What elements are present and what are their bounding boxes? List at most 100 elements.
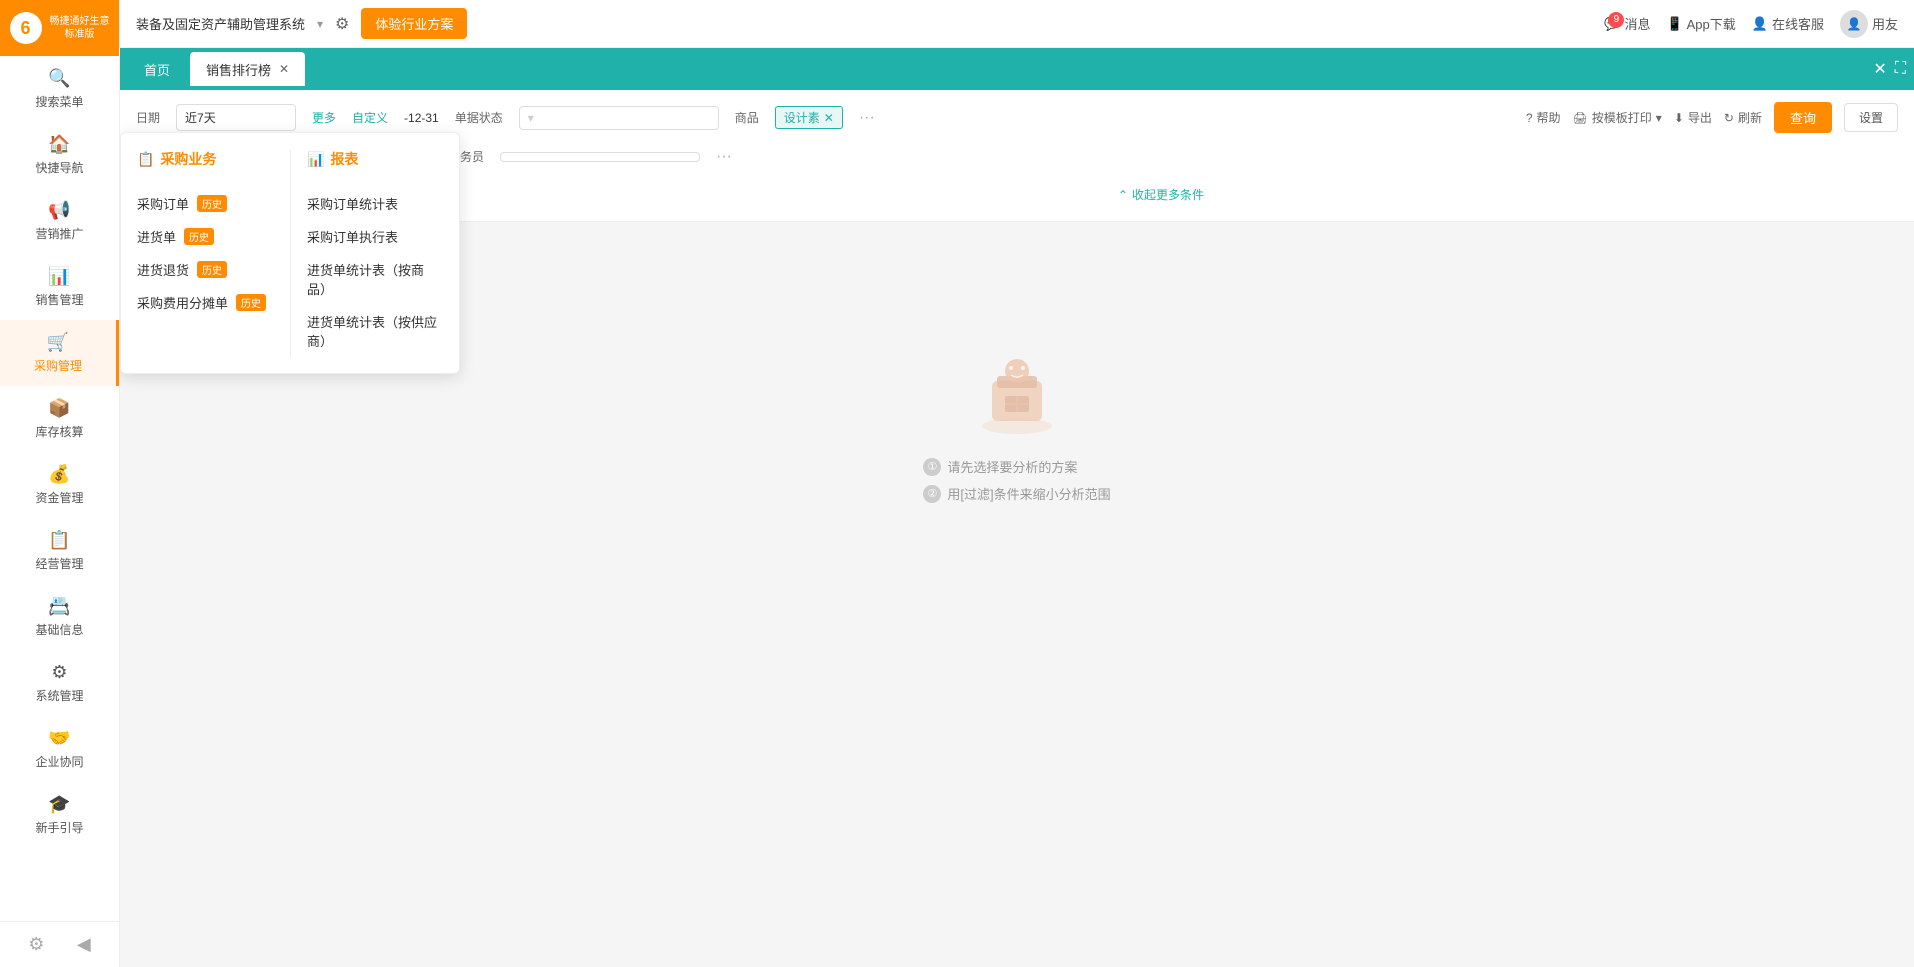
sidebar-item-basic-info[interactable]: 📇 基础信息 — [0, 584, 119, 650]
system-dropdown-icon[interactable]: ▾ — [317, 17, 323, 31]
collapse-footer-icon[interactable]: ◀ — [77, 934, 91, 955]
menu-item-order-exec[interactable]: 采购订单执行表 — [307, 220, 443, 253]
online-service-item[interactable]: 👤 在线客服 — [1752, 14, 1824, 33]
menu-item-inbound[interactable]: 进货单 历史 — [137, 220, 274, 253]
history-badge-4: 历史 — [236, 294, 266, 311]
nav-label-purchase: 采购管理 — [34, 357, 82, 374]
nav-icon-operations: 📋 — [48, 530, 70, 551]
messages-item[interactable]: 💬 9 消息 — [1604, 14, 1650, 33]
purchase-dropdown-menu: 📋 采购业务 采购订单 历史 进货单 历史 进货退货 历史 — [120, 132, 460, 374]
app-download-item[interactable]: 📱 App下载 — [1666, 14, 1735, 33]
settings-footer-icon[interactable]: ⚙ — [28, 934, 44, 955]
logo-line2: 标准版 — [50, 28, 110, 41]
nav-label-system: 系统管理 — [35, 687, 83, 704]
sidebar-item-system[interactable]: ⚙ 系统管理 — [0, 650, 119, 716]
menu-section-report: 📊 报表 采购订单统计表 采购订单执行表 进货单统计表（按商品） 进货单统计表（… — [290, 149, 443, 357]
nav-label-enterprise: 企业协同 — [35, 753, 83, 770]
menu-item-inbound-by-goods[interactable]: 进货单统计表（按商品） — [307, 253, 443, 305]
tab-close-icon[interactable]: ✕ — [279, 62, 289, 76]
logo-line1: 畅捷通好生意 — [50, 15, 110, 28]
report-section-icon: 📊 — [307, 151, 324, 168]
nav-icon-system: ⚙ — [51, 662, 67, 683]
service-icon: 👤 — [1752, 16, 1768, 32]
purchase-section-label: 采购业务 — [160, 149, 216, 169]
tab-close-window-icon[interactable]: ✕ — [1873, 59, 1886, 79]
trial-button[interactable]: 体验行业方案 — [361, 8, 467, 39]
nav-icon-marketing: 📢 — [48, 200, 70, 221]
menu-item-inbound-by-supplier[interactable]: 进货单统计表（按供应商） — [307, 305, 443, 357]
nav-label-operations: 经营管理 — [35, 555, 83, 572]
history-badge-1: 历史 — [197, 195, 227, 212]
nav-label-basic-info: 基础信息 — [35, 621, 83, 638]
gear-icon[interactable]: ⚙ — [335, 14, 349, 34]
app-label: App下载 — [1687, 14, 1736, 33]
tab-bar: 首页 销售排行榜 ✕ ✕ ⛶ — [120, 48, 1914, 90]
nav-icon-sales: 📊 — [48, 266, 70, 287]
nav-icon-inventory: 📦 — [48, 398, 70, 419]
sidebar: 6 畅捷通好生意 标准版 🔍搜索菜单 🏠 快捷导航 📢 营销推广 📊 销售管理 🛒 采购管理 📦 库… — [0, 0, 120, 967]
order-stat-label: 采购订单统计表 — [307, 194, 398, 213]
logo-icon: 6 — [10, 12, 42, 44]
nav-label-sales: 销售管理 — [35, 291, 83, 308]
purchase-section-title: 📋 采购业务 — [137, 149, 274, 175]
sidebar-item-marketing[interactable]: 📢 营销推广 — [0, 188, 119, 254]
nav-label-inventory: 库存核算 — [35, 423, 83, 440]
sidebar-item-operations[interactable]: 📋 经营管理 — [0, 518, 119, 584]
content-area: 日期 近7天 更多 自定义 -12-31 单据状态 ▾ 商品 设计素 ✕ ··· — [120, 90, 1914, 967]
cost-label: 采购费用分摊单 — [137, 293, 228, 312]
sidebar-item-search[interactable]: 🔍搜索菜单 — [0, 56, 119, 122]
menu-section-purchase: 📋 采购业务 采购订单 历史 进货单 历史 进货退货 历史 — [137, 149, 290, 357]
nav-label-beginner: 新手引导 — [35, 819, 83, 836]
history-badge-2: 历史 — [184, 228, 214, 245]
menu-item-order-stat[interactable]: 采购订单统计表 — [307, 187, 443, 220]
purchase-section-icon: 📋 — [137, 151, 154, 168]
app-icon: 📱 — [1666, 16, 1682, 32]
user-label: 用友 — [1872, 14, 1898, 33]
report-section-title: 📊 报表 — [307, 149, 443, 175]
main-area: 装备及固定资产辅助管理系统 ▾ ⚙ 体验行业方案 💬 9 消息 📱 App下载 … — [120, 0, 1914, 967]
sidebar-item-enterprise[interactable]: 🤝 企业协同 — [0, 716, 119, 782]
nav-icon-finance: 💰 — [48, 464, 70, 485]
tab-bar-right: ✕ ⛶ — [1873, 59, 1906, 79]
dropdown-overlay[interactable]: 📋 采购业务 采购订单 历史 进货单 历史 进货退货 历史 — [120, 90, 1914, 967]
tab-sales-rank[interactable]: 销售排行榜 ✕ — [190, 52, 305, 86]
menu-item-purchase-order[interactable]: 采购订单 历史 — [137, 187, 274, 220]
sidebar-item-quick-nav[interactable]: 🏠 快捷导航 — [0, 122, 119, 188]
tab-sales-rank-label: 销售排行榜 — [206, 60, 271, 79]
nav-icon-basic-info: 📇 — [48, 596, 70, 617]
report-section-label: 报表 — [330, 149, 358, 169]
tab-home-label: 首页 — [144, 60, 170, 79]
menu-item-return[interactable]: 进货退货 历史 — [137, 253, 274, 286]
inbound-supplier-label: 进货单统计表（按供应商） — [307, 312, 443, 350]
order-exec-label: 采购订单执行表 — [307, 227, 398, 246]
nav-icon-beginner: 🎓 — [48, 794, 70, 815]
top-bar: 装备及固定资产辅助管理系统 ▾ ⚙ 体验行业方案 💬 9 消息 📱 App下载 … — [120, 0, 1914, 48]
menu-item-cost[interactable]: 采购费用分摊单 历史 — [137, 286, 274, 319]
sidebar-item-sales[interactable]: 📊 销售管理 — [0, 254, 119, 320]
sidebar-logo: 6 畅捷通好生意 标准版 — [0, 0, 119, 56]
user-item[interactable]: 👤 用友 — [1840, 10, 1898, 38]
nav-icon-purchase: 🛒 — [47, 332, 69, 353]
inbound-goods-label: 进货单统计表（按商品） — [307, 260, 443, 298]
system-title: 装备及固定资产辅助管理系统 — [136, 14, 305, 33]
sidebar-item-beginner[interactable]: 🎓 新手引导 — [0, 782, 119, 848]
inbound-label: 进货单 — [137, 227, 176, 246]
message-badge: 9 — [1608, 12, 1624, 28]
sidebar-item-finance[interactable]: 💰 资金管理 — [0, 452, 119, 518]
tab-maximize-icon[interactable]: ⛶ — [1895, 60, 1906, 78]
sidebar-item-inventory[interactable]: 📦 库存核算 — [0, 386, 119, 452]
nav-icon-enterprise: 🤝 — [48, 728, 70, 749]
purchase-order-label: 采购订单 — [137, 194, 189, 213]
nav-label-quick-nav: 快捷导航 — [35, 159, 83, 176]
sidebar-nav: 🔍搜索菜单 🏠 快捷导航 📢 营销推广 📊 销售管理 🛒 采购管理 📦 库存核算 💰 资金管理 📋 经营管理… — [0, 56, 119, 921]
message-label: 消息 — [1624, 14, 1650, 33]
nav-label-finance: 资金管理 — [35, 489, 83, 506]
nav-label-marketing: 营销推广 — [35, 225, 83, 242]
nav-icon-search: 🔍 — [48, 68, 70, 89]
return-label: 进货退货 — [137, 260, 189, 279]
nav-icon-quick-nav: 🏠 — [48, 134, 70, 155]
sidebar-item-purchase[interactable]: 🛒 采购管理 — [0, 320, 119, 386]
tab-home[interactable]: 首页 — [128, 52, 186, 86]
top-bar-right: 💬 9 消息 📱 App下载 👤 在线客服 👤 用友 — [1604, 10, 1898, 38]
history-badge-3: 历史 — [197, 261, 227, 278]
